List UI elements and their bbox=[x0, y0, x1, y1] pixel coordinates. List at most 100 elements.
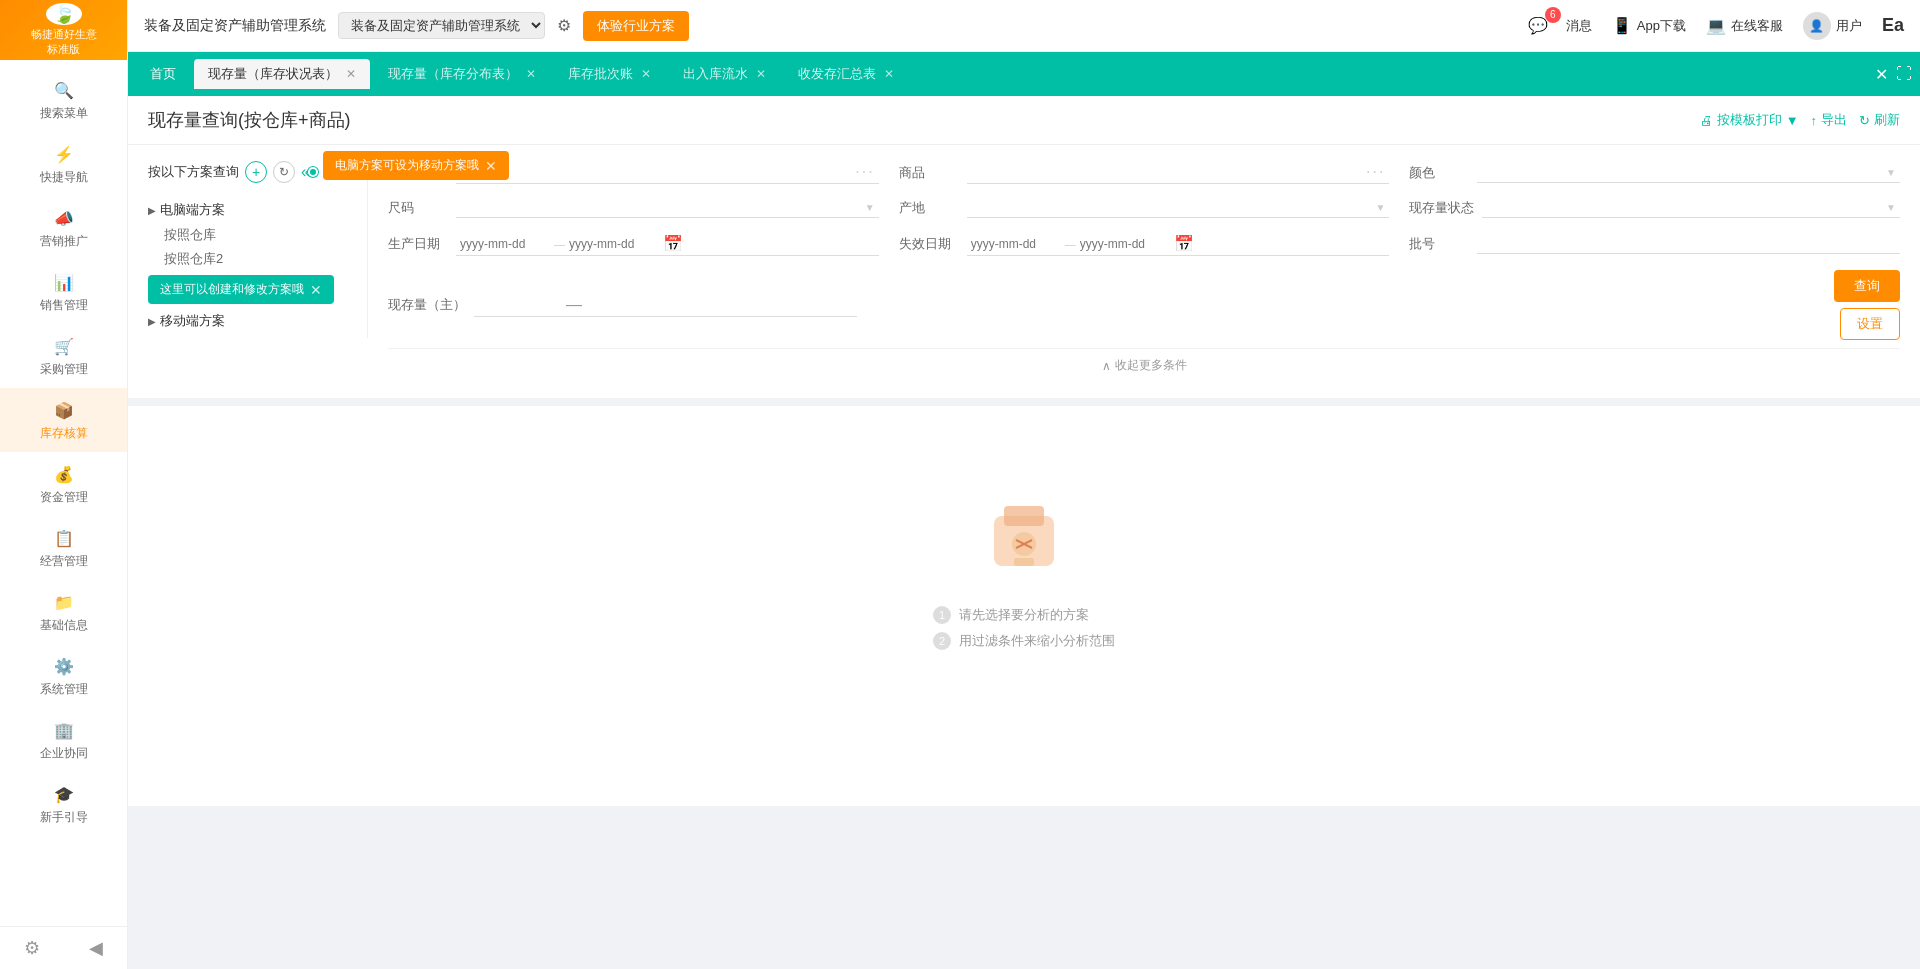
printer-icon: 🖨 bbox=[1700, 113, 1713, 128]
search-icon: 🔍 bbox=[52, 78, 76, 102]
stock-main-start-input[interactable] bbox=[478, 297, 558, 312]
filter-row-4: 现存量（主） — 查询 设置 bbox=[388, 270, 1900, 340]
origin-select-area[interactable]: ▼ bbox=[967, 198, 1390, 218]
goods-input-area[interactable]: ··· bbox=[967, 161, 1390, 184]
batch-no-input[interactable] bbox=[1477, 234, 1900, 254]
tab-batch-account[interactable]: 库存批次账 ✕ bbox=[554, 59, 665, 89]
online-icon: 💻 bbox=[1706, 16, 1726, 35]
origin-dropdown-icon[interactable]: ▼ bbox=[1375, 202, 1385, 213]
tab-close-icon[interactable]: ✕ bbox=[526, 67, 536, 81]
scheme-child-2[interactable]: 按照仓库2 bbox=[164, 247, 355, 271]
scheme-tree: ▶ 电脑端方案 按照仓库 按照仓库2 这里可以创建和修改方案哦 ✕ bbox=[148, 193, 355, 338]
tab-home[interactable]: 首页 bbox=[136, 59, 190, 89]
search-button[interactable]: 查询 bbox=[1834, 270, 1900, 302]
sidebar-item-label: 搜索菜单 bbox=[40, 105, 88, 122]
money-icon: 💰 bbox=[52, 462, 76, 486]
expire-date-start-input[interactable] bbox=[971, 237, 1061, 251]
expire-date-end-input[interactable] bbox=[1080, 237, 1170, 251]
sidebar-item-finance[interactable]: 💰 资金管理 bbox=[0, 452, 127, 516]
refresh-icon: ↻ bbox=[1859, 113, 1870, 128]
tab-close-icon[interactable]: ✕ bbox=[346, 67, 356, 81]
tab-inventory-dist[interactable]: 现存量（库存分布表） ✕ bbox=[374, 59, 550, 89]
tab-receive-send[interactable]: 收发存汇总表 ✕ bbox=[784, 59, 908, 89]
calendar-icon-2[interactable]: 📅 bbox=[1174, 234, 1194, 253]
add-scheme-button[interactable]: + bbox=[245, 161, 267, 183]
sidebar-item-search[interactable]: 🔍 搜索菜单 bbox=[0, 68, 127, 132]
color-select-area[interactable]: ▼ bbox=[1477, 163, 1900, 183]
system-select[interactable]: 装备及固定资产辅助管理系统 bbox=[338, 12, 545, 39]
header-left: 装备及固定资产辅助管理系统 装备及固定资产辅助管理系统 ⚙ 体验行业方案 bbox=[144, 11, 689, 41]
stock-status-select-area[interactable]: ▼ bbox=[1482, 198, 1900, 218]
sidebar-item-guide[interactable]: 🎓 新手引导 bbox=[0, 772, 127, 836]
tab-close-icon[interactable]: ✕ bbox=[756, 67, 766, 81]
filter-item-expire-date: 失效日期 — 📅 bbox=[899, 232, 1390, 256]
stock-main-end-input[interactable] bbox=[590, 297, 670, 312]
system-title: 装备及固定资产辅助管理系统 bbox=[144, 17, 326, 35]
size-dropdown-icon[interactable]: ▼ bbox=[865, 202, 875, 213]
footer-collapse-icon[interactable]: ◀ bbox=[89, 937, 103, 959]
tab-inout-flow[interactable]: 出入库流水 ✕ bbox=[669, 59, 780, 89]
warehouse-dots-icon[interactable]: ··· bbox=[855, 163, 874, 181]
settings-icon[interactable]: ⚙ bbox=[557, 16, 571, 35]
warehouse-input-area[interactable]: ··· bbox=[456, 161, 879, 184]
message-item[interactable]: 💬 6 消息 bbox=[1528, 16, 1592, 35]
goods-label: 商品 bbox=[899, 164, 959, 182]
batch-no-label: 批号 bbox=[1409, 235, 1469, 253]
refresh-button[interactable]: ↻ 刷新 bbox=[1859, 111, 1900, 129]
tooltip-close-2-icon[interactable]: ✕ bbox=[310, 282, 322, 298]
sync-scheme-button[interactable]: ↻ bbox=[273, 161, 295, 183]
calendar-icon[interactable]: 📅 bbox=[663, 234, 683, 253]
size-select-area[interactable]: ▼ bbox=[456, 198, 879, 218]
color-dropdown-icon[interactable]: ▼ bbox=[1886, 167, 1896, 178]
collapse-button[interactable]: ∧ 收起更多条件 bbox=[1102, 357, 1187, 374]
sidebar-item-inventory[interactable]: 📦 库存核算 bbox=[0, 388, 127, 452]
sidebar-item-operations[interactable]: 📋 经营管理 bbox=[0, 516, 127, 580]
user-item[interactable]: 👤 用户 bbox=[1803, 12, 1862, 40]
tab-close-icon[interactable]: ✕ bbox=[884, 67, 894, 81]
hint-num-1: 1 bbox=[933, 606, 951, 624]
tree-arrow-icon-2: ▶ bbox=[148, 316, 156, 327]
export-button[interactable]: ↑ 导出 bbox=[1811, 111, 1848, 129]
online-service-item[interactable]: 💻 在线客服 bbox=[1706, 16, 1783, 35]
app-download-item[interactable]: 📱 App下载 bbox=[1612, 16, 1686, 35]
empty-state: 1 请先选择要分析的方案 2 用过滤条件来缩小分析范围 bbox=[128, 406, 1920, 730]
tab-expand-icon[interactable]: ⛶ bbox=[1896, 65, 1912, 83]
sidebar-item-marketing[interactable]: 📣 营销推广 bbox=[0, 196, 127, 260]
message-label: 消息 bbox=[1566, 17, 1592, 35]
filter-item-color: 颜色 ▼ bbox=[1409, 161, 1900, 184]
size-label: 尺码 bbox=[388, 199, 448, 217]
tooltip-close-icon[interactable]: ✕ bbox=[485, 158, 497, 174]
main-area: 装备及固定资产辅助管理系统 装备及固定资产辅助管理系统 ⚙ 体验行业方案 💬 6… bbox=[128, 0, 1920, 969]
prod-date-start-input[interactable] bbox=[460, 237, 550, 251]
settings-button[interactable]: 设置 bbox=[1840, 308, 1900, 340]
color-value bbox=[1481, 165, 1485, 180]
tab-bar-actions: ✕ ⛶ bbox=[1875, 65, 1912, 84]
filter-row-3: 生产日期 — 📅 失效日期 — bbox=[388, 232, 1900, 256]
sidebar-item-purchase[interactable]: 🛒 采购管理 bbox=[0, 324, 127, 388]
sidebar-item-system[interactable]: ⚙️ 系统管理 bbox=[0, 644, 127, 708]
footer-settings-icon[interactable]: ⚙ bbox=[24, 937, 40, 959]
sidebar-item-label: 经营管理 bbox=[40, 553, 88, 570]
scheme-child-1[interactable]: 按照仓库 bbox=[164, 223, 355, 247]
sidebar-item-basicinfo[interactable]: 📁 基础信息 bbox=[0, 580, 127, 644]
experience-button[interactable]: 体验行业方案 bbox=[583, 11, 689, 41]
stock-status-dropdown-icon[interactable]: ▼ bbox=[1886, 202, 1896, 213]
top-header: 装备及固定资产辅助管理系统 装备及固定资产辅助管理系统 ⚙ 体验行业方案 💬 6… bbox=[128, 0, 1920, 52]
prod-date-end-input[interactable] bbox=[569, 237, 659, 251]
tab-label: 现存量（库存状况表） bbox=[208, 65, 338, 83]
tab-close-all-icon[interactable]: ✕ bbox=[1875, 65, 1888, 84]
collapse-up-icon: ∧ bbox=[1102, 359, 1111, 373]
goods-dots-icon[interactable]: ··· bbox=[1366, 163, 1385, 181]
print-template-button[interactable]: 🖨 按模板打印 ▼ bbox=[1700, 111, 1799, 129]
sidebar-item-sales[interactable]: 📊 销售管理 bbox=[0, 260, 127, 324]
tab-inventory-status[interactable]: 现存量（库存状况表） ✕ bbox=[194, 59, 370, 89]
sidebar-item-enterprise[interactable]: 🏢 企业协同 bbox=[0, 708, 127, 772]
sidebar-item-quicknav[interactable]: ⚡ 快捷导航 bbox=[0, 132, 127, 196]
message-icon: 💬 bbox=[1528, 16, 1548, 35]
online-label: 在线客服 bbox=[1731, 17, 1783, 35]
stock-main-range-area: — bbox=[474, 294, 857, 317]
tab-close-icon[interactable]: ✕ bbox=[641, 67, 651, 81]
filter-item-stock-status: 现存量状态 ▼ bbox=[1409, 198, 1900, 218]
filter-item-size: 尺码 ▼ bbox=[388, 198, 879, 218]
tab-label: 收发存汇总表 bbox=[798, 65, 876, 83]
